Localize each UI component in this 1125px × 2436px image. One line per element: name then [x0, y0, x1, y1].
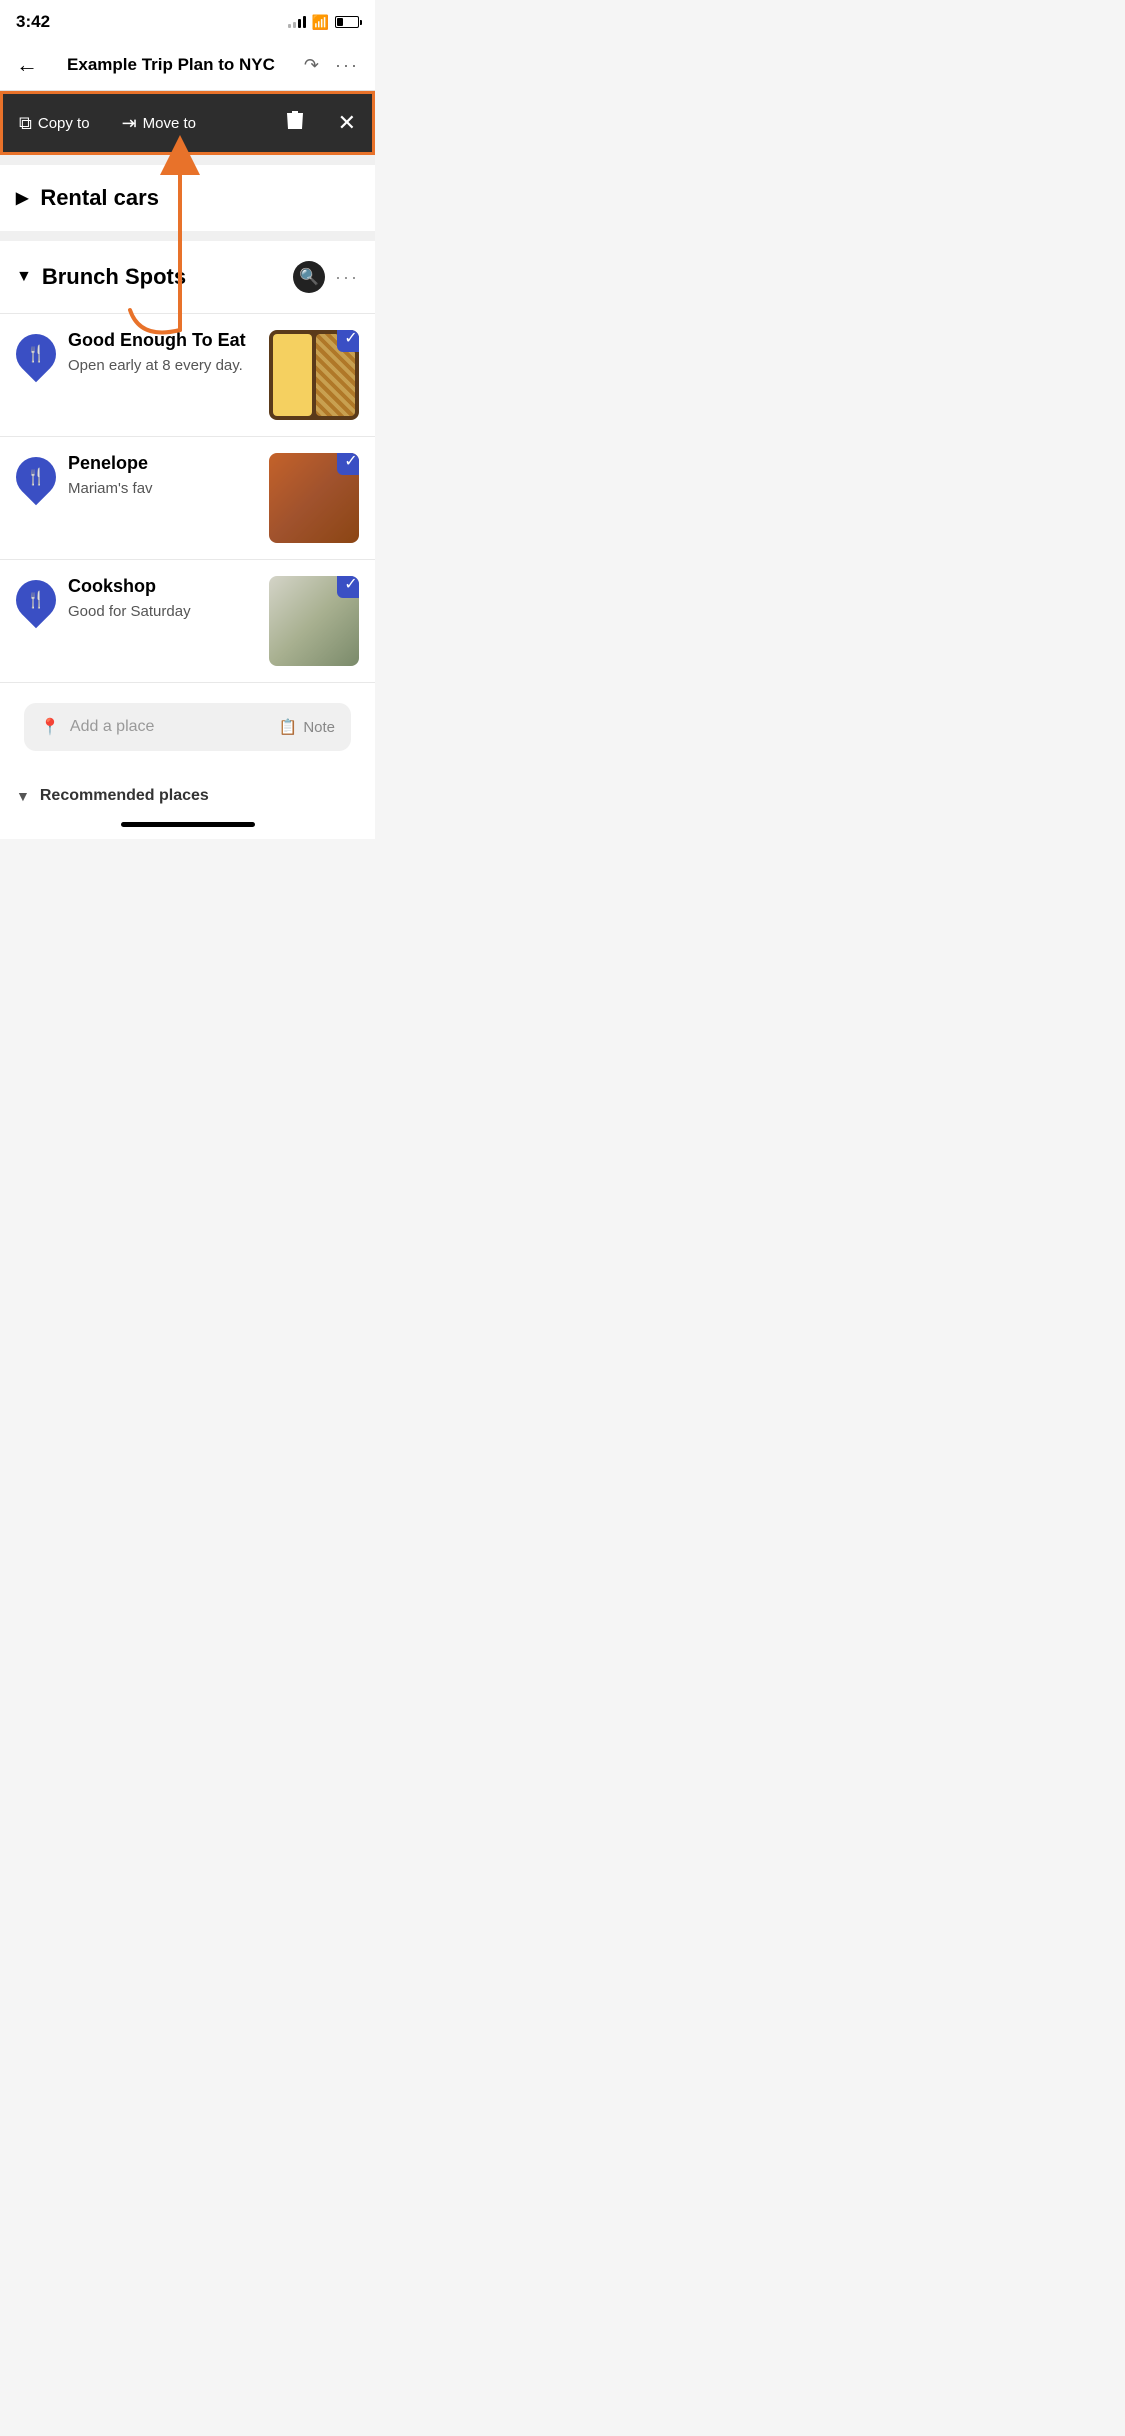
status-time: 3:42	[16, 12, 50, 32]
restaurant-info-3: Cookshop Good for Saturday	[68, 576, 257, 620]
add-note-button[interactable]: 📋 Note	[279, 718, 335, 736]
page-title: Example Trip Plan to NYC	[38, 55, 304, 75]
signal-bar-1	[288, 24, 291, 28]
search-icon: 🔍	[299, 267, 319, 287]
close-button[interactable]: ✕	[322, 96, 372, 150]
action-toolbar: ⧉ Copy to ⇥ Move to ✕	[0, 91, 375, 155]
copy-to-label: Copy to	[38, 115, 90, 132]
brunch-more-button[interactable]: ···	[335, 267, 359, 288]
signal-icon	[288, 16, 306, 28]
check-badge-1: ✓	[337, 330, 359, 352]
signal-bar-4	[303, 16, 306, 28]
move-to-label: Move to	[143, 115, 196, 132]
home-bar-area	[0, 809, 375, 839]
rental-cars-chevron-right: ▶	[16, 188, 28, 208]
home-bar	[121, 822, 255, 827]
add-place-row[interactable]: 📍 Add a place 📋 Note	[24, 703, 351, 751]
status-icons: 📶	[288, 14, 359, 31]
fork-knife-icon-1: 🍴	[26, 344, 46, 364]
header: ← Example Trip Plan to NYC ↷ ···	[0, 40, 375, 91]
copy-to-button[interactable]: ⧉ Copy to	[3, 99, 106, 148]
check-badge-2: ✓	[337, 453, 359, 475]
restaurant-pin-3: 🍴	[8, 572, 65, 629]
restaurant-name-1: Good Enough To Eat	[68, 330, 257, 351]
wifi-icon: 📶	[312, 14, 329, 31]
restaurant-name-2: Penelope	[68, 453, 257, 474]
share-button[interactable]: ↷	[304, 55, 319, 76]
section-divider-1	[0, 155, 375, 165]
recommended-chevron: ▼	[16, 788, 30, 804]
copy-icon: ⧉	[19, 113, 32, 134]
section-divider-2	[0, 231, 375, 241]
battery-fill	[337, 18, 343, 26]
restaurant-image-2: ✓	[269, 453, 359, 543]
restaurant-desc-1: Open early at 8 every day.	[68, 357, 257, 374]
search-button[interactable]: 🔍	[293, 261, 325, 293]
page-wrapper: 3:42 📶 ← Example Trip Plan to NYC ↷ ··· …	[0, 0, 375, 839]
rental-cars-section[interactable]: ▶ Rental cars	[0, 165, 375, 231]
restaurant-image-3: ✓	[269, 576, 359, 666]
add-place-left: 📍 Add a place	[40, 717, 154, 737]
back-button[interactable]: ←	[16, 52, 38, 78]
brunch-chevron-down: ▼	[16, 268, 32, 286]
move-to-button[interactable]: ⇥ Move to	[106, 99, 212, 148]
check-badge-3: ✓	[337, 576, 359, 598]
restaurant-desc-2: Mariam's fav	[68, 480, 257, 497]
location-pin-icon: 📍	[40, 717, 60, 737]
restaurant-item-3[interactable]: 🍴 Cookshop Good for Saturday ✓	[0, 560, 375, 683]
restaurant-item-1[interactable]: 🍴 Good Enough To Eat Open early at 8 eve…	[0, 314, 375, 437]
restaurant-image-1: ✓	[269, 330, 359, 420]
note-label: Note	[303, 719, 335, 736]
restaurant-info-1: Good Enough To Eat Open early at 8 every…	[68, 330, 257, 374]
fork-knife-icon-2: 🍴	[26, 467, 46, 487]
restaurant-info-2: Penelope Mariam's fav	[68, 453, 257, 497]
trash-icon	[284, 108, 306, 132]
restaurant-name-3: Cookshop	[68, 576, 257, 597]
battery-icon	[335, 16, 359, 28]
signal-bar-2	[293, 22, 296, 28]
egg-visual	[273, 334, 312, 416]
restaurant-pin-1: 🍴	[8, 326, 65, 383]
delete-button[interactable]	[268, 94, 322, 152]
note-icon: 📋	[279, 718, 298, 736]
restaurant-item-2[interactable]: 🍴 Penelope Mariam's fav ✓	[0, 437, 375, 560]
fork-knife-icon-3: 🍴	[26, 590, 46, 610]
restaurant-pin-2: 🍴	[8, 449, 65, 506]
recommended-title: Recommended places	[40, 787, 209, 805]
status-bar: 3:42 📶	[0, 0, 375, 40]
move-icon: ⇥	[122, 113, 137, 134]
brunch-spots-header: ▼ Brunch Spots 🔍 ···	[0, 241, 375, 314]
signal-bar-3	[298, 19, 301, 28]
add-place-placeholder: Add a place	[70, 718, 155, 736]
more-options-button[interactable]: ···	[335, 55, 359, 76]
brunch-spots-title: Brunch Spots	[42, 264, 283, 290]
recommended-section[interactable]: ▼ Recommended places	[0, 771, 375, 809]
restaurant-desc-3: Good for Saturday	[68, 603, 257, 620]
header-actions: ↷ ···	[304, 55, 359, 76]
rental-cars-title: Rental cars	[40, 185, 159, 211]
